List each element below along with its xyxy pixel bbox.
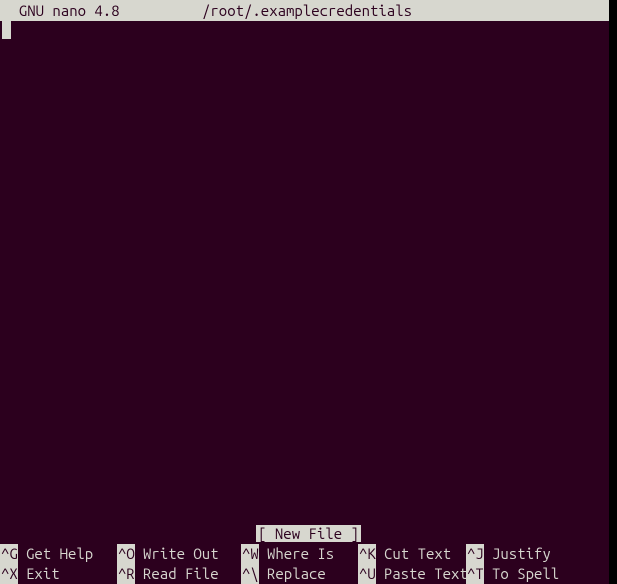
shortcut-key: ^G — [0, 544, 18, 564]
title-bar: GNU nano 4.8 /root/.examplecredentials — [0, 0, 617, 21]
shortcut-label: Exit — [18, 564, 60, 584]
shortcut-exit[interactable]: ^X Exit — [0, 564, 117, 584]
status-badge: [ New File ] — [256, 525, 361, 542]
shortcut-label: To Spell — [484, 564, 559, 584]
shortcut-key: ^K — [358, 544, 376, 564]
shortcut-label: Read File — [135, 564, 219, 584]
shortcut-read-file[interactable]: ^R Read File — [117, 564, 241, 584]
shortcut-where-is[interactable]: ^W Where Is — [241, 544, 358, 564]
shortcut-label: Where Is — [259, 544, 334, 564]
shortcut-replace[interactable]: ^\ Replace — [241, 564, 358, 584]
shortcut-label: Replace — [259, 564, 326, 584]
shortcut-label: Write Out — [135, 544, 219, 564]
shortcut-label: Paste Text — [376, 564, 468, 584]
shortcut-label: Cut Text — [376, 544, 451, 564]
shortcut-get-help[interactable]: ^G Get Help — [0, 544, 117, 564]
shortcut-key: ^T — [466, 564, 484, 584]
right-edge — [609, 0, 617, 584]
shortcut-paste-text[interactable]: ^U Paste Text — [358, 564, 466, 584]
shortcut-label: Justify — [484, 544, 551, 564]
shortcut-key: ^W — [241, 544, 259, 564]
file-path: /root/.examplecredentials — [202, 0, 412, 21]
shortcut-key: ^U — [358, 564, 376, 584]
shortcut-row-1: ^G Get Help ^O Write Out ^W Where Is ^K … — [0, 544, 617, 564]
shortcut-key: ^X — [0, 564, 18, 584]
shortcut-row-2: ^X Exit ^R Read File ^\ Replace ^U Paste… — [0, 564, 617, 584]
shortcuts-bar: ^G Get Help ^O Write Out ^W Where Is ^K … — [0, 544, 617, 584]
shortcut-to-spell[interactable]: ^T To Spell — [466, 564, 584, 584]
shortcut-key: ^O — [117, 544, 135, 564]
editor-area[interactable] — [0, 21, 617, 524]
status-line: [ New File ] — [0, 524, 617, 544]
shortcut-cut-text[interactable]: ^K Cut Text — [358, 544, 466, 564]
shortcut-write-out[interactable]: ^O Write Out — [117, 544, 241, 564]
app-name: GNU nano 4.8 — [2, 0, 202, 21]
shortcut-justify[interactable]: ^J Justify — [466, 544, 584, 564]
shortcut-label: Get Help — [18, 544, 93, 564]
text-cursor — [2, 21, 11, 39]
shortcut-key: ^\ — [241, 564, 259, 584]
shortcut-key: ^R — [117, 564, 135, 584]
shortcut-key: ^J — [466, 544, 484, 564]
